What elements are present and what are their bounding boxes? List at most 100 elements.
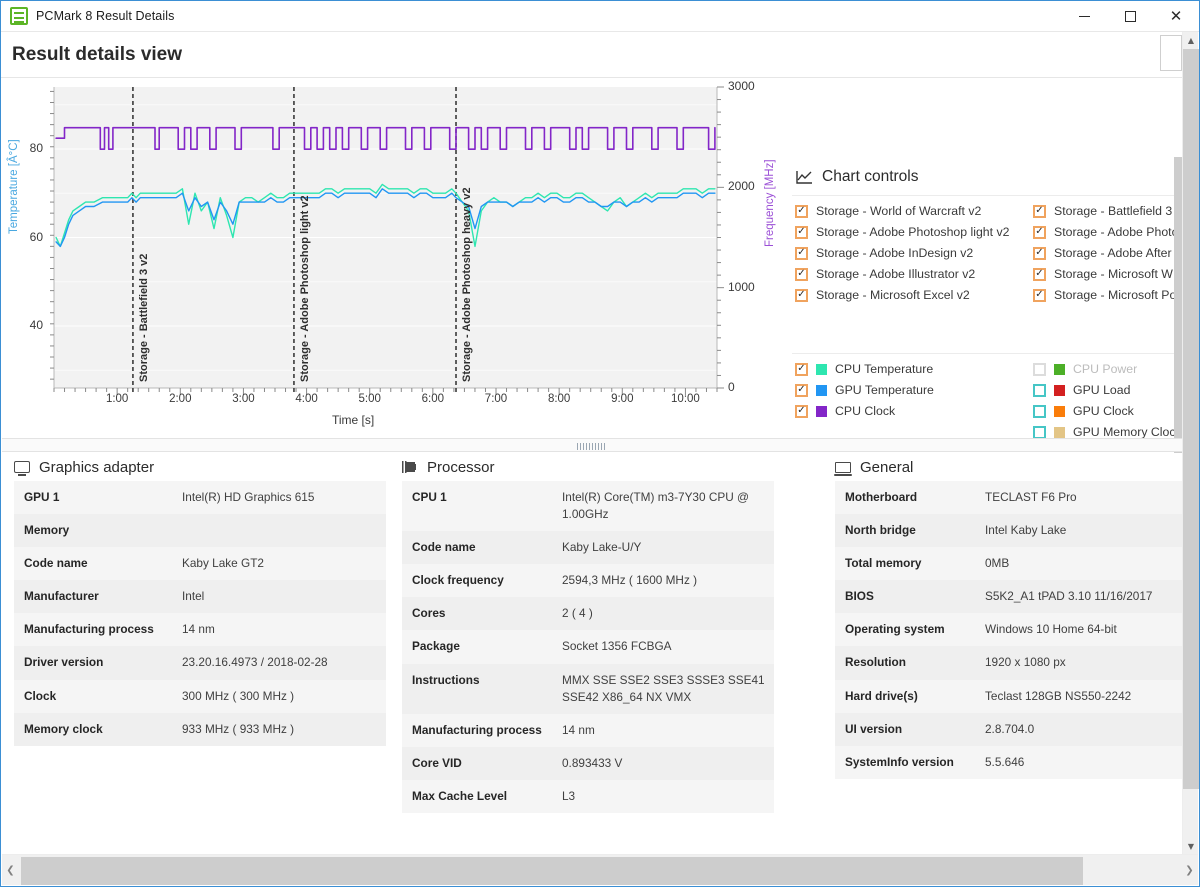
workload-checkbox[interactable]: ✓ xyxy=(795,267,808,281)
row-key: Clock frequency xyxy=(412,573,504,588)
row-key: North bridge xyxy=(845,523,916,538)
series-toggle-row[interactable]: ✓ CPU Temperature xyxy=(795,362,1033,376)
scroll-down-icon[interactable]: ▼ xyxy=(1183,838,1199,855)
row-value: Teclast 128GB NS550-2242 xyxy=(985,688,1132,703)
workload-item[interactable]: ✓ Storage - Adobe InDesign v2 xyxy=(795,246,1033,260)
row-key: Clock xyxy=(24,688,57,703)
horizontal-scroll-thumb[interactable] xyxy=(21,857,1083,885)
row-value: Intel(R) Core(TM) m3-7Y30 CPU @ 1.00GHz xyxy=(562,490,749,522)
row-key: Code name xyxy=(24,556,88,571)
series-color-swatch xyxy=(816,363,827,375)
table-row: Code name Kaby Lake-U/Y xyxy=(402,531,774,565)
x-tick-label: 6:00 xyxy=(421,393,445,405)
y-tick-label: 40 xyxy=(29,318,43,333)
workload-checkbox[interactable]: ✓ xyxy=(795,288,808,302)
workload-checkbox[interactable]: ✓ xyxy=(795,225,808,239)
workload-label: Storage - Adobe InDesign v2 xyxy=(816,246,974,260)
graphics-adapter-section: Graphics adapter GPU 1 Intel(R) HD Graphi… xyxy=(14,453,386,746)
maximize-icon xyxy=(1124,10,1136,22)
vertical-scroll-thumb[interactable] xyxy=(1183,49,1199,789)
workload-checkbox[interactable]: ✓ xyxy=(1033,288,1046,302)
scroll-left-icon[interactable]: ❮ xyxy=(2,855,19,886)
row-value: S5K2_A1 tPAD 3.10 11/16/2017 xyxy=(985,589,1153,604)
row-key: BIOS xyxy=(845,589,874,604)
scroll-nub[interactable] xyxy=(1160,35,1182,71)
table-row: Max Cache Level L3 xyxy=(402,779,774,814)
workload-item[interactable]: ✓ Storage - World of Warcraft v2 xyxy=(795,204,1033,218)
table-row: Manufacturer Intel xyxy=(14,580,386,614)
minimize-button[interactable] xyxy=(1061,1,1107,32)
series-color-swatch xyxy=(816,384,827,396)
row-key: CPU 1 xyxy=(412,490,447,504)
window-vertical-scrollbar[interactable]: ▲ ▼ xyxy=(1182,32,1199,855)
series-checkbox[interactable] xyxy=(1033,425,1046,439)
series-checkbox[interactable] xyxy=(1033,383,1046,397)
row-key: Package xyxy=(412,639,460,654)
table-row: SystemInfo version 5.5.646 xyxy=(835,745,1183,779)
series-checkbox[interactable]: ✓ xyxy=(795,404,808,418)
x-tick-label: 4:00 xyxy=(295,393,318,405)
series-label: GPU Load xyxy=(1073,383,1131,397)
maximize-button[interactable] xyxy=(1107,1,1153,32)
window-horizontal-scrollbar[interactable]: ❮ ❯ xyxy=(2,854,1198,885)
scroll-up-icon[interactable]: ▲ xyxy=(1183,32,1199,49)
x-tick-label: 1:00 xyxy=(105,393,129,405)
scroll-right-icon[interactable]: ❯ xyxy=(1181,855,1198,886)
workload-checkbox[interactable]: ✓ xyxy=(1033,267,1046,281)
table-row: Instructions MMX SSE SSE2 SSE3 SSSE3 SSE4… xyxy=(402,663,774,714)
series-toggle-row[interactable]: ✓ CPU Clock xyxy=(795,404,1033,418)
workload-item[interactable]: ✓ Storage - Adobe Illustrator v2 xyxy=(795,267,1033,281)
series-checkbox[interactable]: ✓ xyxy=(795,383,808,397)
row-key: UI version xyxy=(845,721,903,736)
close-button[interactable]: ✕ xyxy=(1153,1,1199,32)
workload-item[interactable]: ✓ Storage - Adobe Photoshop light v2 xyxy=(795,225,1033,239)
workload-item[interactable]: ✓ Storage - Microsoft Excel v2 xyxy=(795,288,1033,302)
series-legend-grid: ✓ CPU Temperature CPU Power ✓ GPU Temperatur… xyxy=(795,362,1199,439)
series-checkbox[interactable]: ✓ xyxy=(795,362,808,376)
y2-tick-label: 0 xyxy=(728,380,735,394)
workload-label: Storage - Microsoft Po xyxy=(1054,288,1177,302)
x-tick-label: 8:00 xyxy=(547,393,571,405)
chart-controls-header: Chart controls xyxy=(796,168,918,186)
series-toggle-row[interactable]: ✓ GPU Temperature xyxy=(795,383,1033,397)
series-checkbox[interactable] xyxy=(1033,362,1046,376)
minimize-icon xyxy=(1078,15,1090,17)
row-value: Intel Kaby Lake xyxy=(985,523,1067,538)
controls-divider-top xyxy=(792,195,1182,196)
chart-y2-axis-label: Frequency [MHz] xyxy=(764,159,776,247)
page-title: Result details view xyxy=(12,44,183,65)
row-key: Code name xyxy=(412,540,476,555)
workload-label: Storage - Adobe Photoshop light v2 xyxy=(816,225,1010,239)
table-row: Resolution 1920 x 1080 px xyxy=(835,646,1183,680)
row-value: 1920 x 1080 px xyxy=(985,655,1066,670)
workload-checkbox[interactable]: ✓ xyxy=(1033,225,1046,239)
chart-controls-title: Chart controls xyxy=(822,168,919,185)
row-value: Intel xyxy=(182,589,205,604)
splitter-grip[interactable] xyxy=(577,443,607,450)
page-header: Result details view xyxy=(1,33,1199,77)
chart-x-axis-label: Time [s] xyxy=(332,413,375,427)
chart-marker-label: Storage - Adobe Photoshop light v2 xyxy=(298,195,311,382)
processor-header: Processor xyxy=(402,453,774,481)
table-row: Core VID 0.893433 V xyxy=(402,746,774,780)
table-row: Clock 300 MHz ( 300 MHz ) xyxy=(14,679,386,713)
series-label: GPU Temperature xyxy=(835,383,934,397)
row-key: Resolution xyxy=(845,655,906,670)
table-row: Memory clock 933 MHz ( 933 MHz ) xyxy=(14,712,386,746)
workload-checkbox[interactable]: ✓ xyxy=(1033,246,1046,260)
cpu-icon xyxy=(402,461,418,473)
table-row: GPU 1 Intel(R) HD Graphics 615 xyxy=(14,481,386,515)
workload-checkbox[interactable]: ✓ xyxy=(795,204,808,218)
workload-checkbox[interactable]: ✓ xyxy=(795,246,808,260)
series-checkbox[interactable] xyxy=(1033,404,1046,418)
series-color-swatch xyxy=(816,405,827,417)
table-row: Hard drive(s) Teclast 128GB NS550-2242 xyxy=(835,679,1183,713)
chart-marker-label: Storage - Battlefield 3 v2 xyxy=(137,253,150,382)
workload-checkbox[interactable]: ✓ xyxy=(1033,204,1046,218)
pcmark-icon xyxy=(10,7,28,25)
performance-chart[interactable]: Temperature [Â°C] Frequency [MHz] Time [… xyxy=(2,79,782,437)
row-value: 5.5.646 xyxy=(985,754,1025,769)
general-title: General xyxy=(860,458,914,476)
chart-marker-label: Storage - Adobe Photoshop heavy v2 xyxy=(461,187,473,382)
panel-splitter[interactable] xyxy=(2,438,1182,452)
